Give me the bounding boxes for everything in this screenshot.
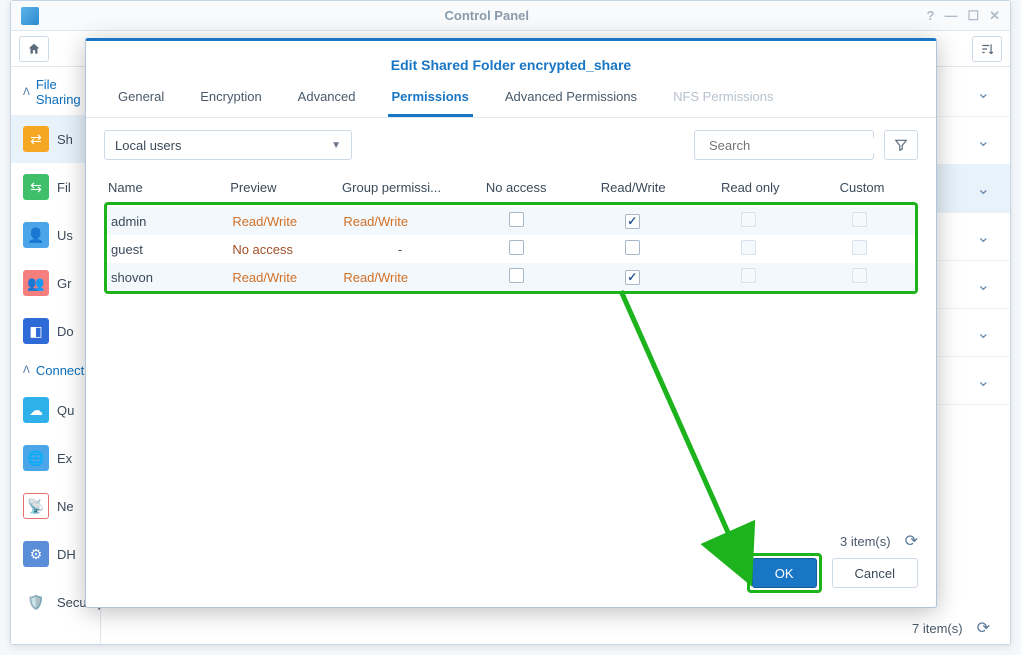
cloud-icon: ☁ — [23, 397, 49, 423]
chevron-down-icon: ⌄ — [977, 179, 990, 199]
table-row[interactable]: admin Read/Write Read/Write — [107, 207, 915, 235]
modal-item-count-row: 3 item(s) ⟳ — [840, 531, 918, 551]
filter-button[interactable] — [884, 130, 918, 160]
table-row[interactable]: shovon Read/Write Read/Write — [107, 263, 915, 291]
tab-general[interactable]: General — [114, 79, 168, 117]
user-icon: 👤 — [23, 222, 49, 248]
ok-button[interactable]: OK — [752, 558, 817, 588]
permissions-table: Name Preview Group permissi... No access… — [86, 172, 936, 294]
tab-bar: General Encryption Advanced Permissions … — [86, 79, 936, 118]
checkbox-custom[interactable] — [852, 268, 867, 283]
col-custom[interactable]: Custom — [806, 180, 918, 195]
group-icon: 👥 — [23, 270, 49, 296]
checkbox-readwrite[interactable] — [625, 240, 640, 255]
caret-up-icon: ᐱ — [23, 87, 30, 98]
col-name[interactable]: Name — [104, 180, 226, 195]
cell-group: Read/Write — [339, 214, 460, 229]
sort-button[interactable] — [972, 36, 1002, 62]
minimize-icon[interactable]: — — [944, 8, 957, 24]
sort-icon — [980, 42, 994, 56]
col-rw[interactable]: Read/Write — [572, 180, 694, 195]
col-group[interactable]: Group permissi... — [338, 180, 460, 195]
cell-preview: Read/Write — [228, 270, 339, 285]
chevron-down-icon: ⌄ — [977, 323, 990, 343]
app-icon — [21, 7, 39, 25]
network-icon: 📡 — [23, 493, 49, 519]
file-services-icon: ⇆ — [23, 174, 49, 200]
window-title: Control Panel — [47, 8, 926, 23]
content-footer: 7 item(s) ⟳ — [912, 618, 990, 638]
shared-folder-icon: ⇄ — [23, 126, 49, 152]
cell-name: admin — [107, 214, 228, 229]
caret-up-icon: ᐱ — [23, 365, 30, 376]
checkbox-readonly[interactable] — [741, 268, 756, 283]
chevron-down-icon: ⌄ — [977, 227, 990, 247]
domain-icon: ◧ — [23, 318, 49, 344]
filter-bar: Local users ▼ — [86, 118, 936, 172]
cell-name: guest — [107, 242, 228, 257]
checkbox-noaccess[interactable] — [509, 240, 524, 255]
sidebar-section-label: File Sharing — [36, 77, 88, 107]
edit-shared-folder-dialog: Edit Shared Folder encrypted_share Gener… — [85, 38, 937, 608]
home-icon — [27, 42, 41, 56]
checkbox-custom[interactable] — [852, 212, 867, 227]
cell-preview: No access — [228, 242, 339, 257]
checkbox-noaccess[interactable] — [509, 268, 524, 283]
tab-permissions[interactable]: Permissions — [388, 79, 473, 117]
dhcp-icon: ⚙ — [23, 541, 49, 567]
cell-group: Read/Write — [339, 270, 460, 285]
dropdown-value: Local users — [115, 138, 181, 153]
highlight-annotation: OK — [747, 553, 822, 593]
chevron-down-icon: ⌄ — [977, 371, 990, 391]
chevron-down-icon: ⌄ — [977, 275, 990, 295]
table-header: Name Preview Group permissi... No access… — [104, 172, 918, 204]
globe-icon: 🌐 — [23, 445, 49, 471]
tab-encryption[interactable]: Encryption — [196, 79, 265, 117]
checkbox-readwrite[interactable] — [625, 214, 640, 229]
cell-preview: Read/Write — [228, 214, 339, 229]
help-icon[interactable]: ? — [926, 8, 934, 24]
item-count: 7 item(s) — [912, 621, 963, 636]
tab-nfs-permissions: NFS Permissions — [669, 79, 777, 117]
checkbox-noaccess[interactable] — [509, 212, 524, 227]
funnel-icon — [894, 138, 908, 152]
reload-icon[interactable]: ⟳ — [905, 531, 918, 551]
user-type-dropdown[interactable]: Local users ▼ — [104, 130, 352, 160]
cell-group: - — [339, 242, 460, 257]
col-noaccess[interactable]: No access — [460, 180, 572, 195]
dialog-title: Edit Shared Folder encrypted_share — [86, 41, 936, 79]
search-input[interactable] — [709, 138, 885, 153]
shield-icon: 🛡️ — [23, 589, 49, 615]
reload-icon[interactable]: ⟳ — [977, 618, 990, 638]
cell-name: shovon — [107, 270, 228, 285]
titlebar: Control Panel ? — ☐ ✕ — [11, 1, 1010, 31]
checkbox-readonly[interactable] — [741, 240, 756, 255]
home-button[interactable] — [19, 36, 49, 62]
modal-item-count: 3 item(s) — [840, 534, 891, 549]
chevron-down-icon: ⌄ — [977, 83, 990, 103]
col-preview[interactable]: Preview — [226, 180, 338, 195]
table-row[interactable]: guest No access - — [107, 235, 915, 263]
col-ro[interactable]: Read only — [694, 180, 806, 195]
search-box[interactable] — [694, 130, 874, 160]
checkbox-custom[interactable] — [852, 240, 867, 255]
cancel-button[interactable]: Cancel — [832, 558, 918, 588]
chevron-down-icon: ⌄ — [977, 131, 990, 151]
maximize-icon[interactable]: ☐ — [967, 8, 979, 24]
highlight-annotation: admin Read/Write Read/Write guest No acc… — [104, 202, 918, 294]
tab-advanced-permissions[interactable]: Advanced Permissions — [501, 79, 641, 117]
checkbox-readwrite[interactable] — [625, 270, 640, 285]
dialog-footer: OK Cancel — [104, 553, 918, 593]
tab-advanced[interactable]: Advanced — [294, 79, 360, 117]
checkbox-readonly[interactable] — [741, 212, 756, 227]
close-icon[interactable]: ✕ — [989, 8, 1000, 24]
chevron-down-icon: ▼ — [331, 140, 341, 151]
